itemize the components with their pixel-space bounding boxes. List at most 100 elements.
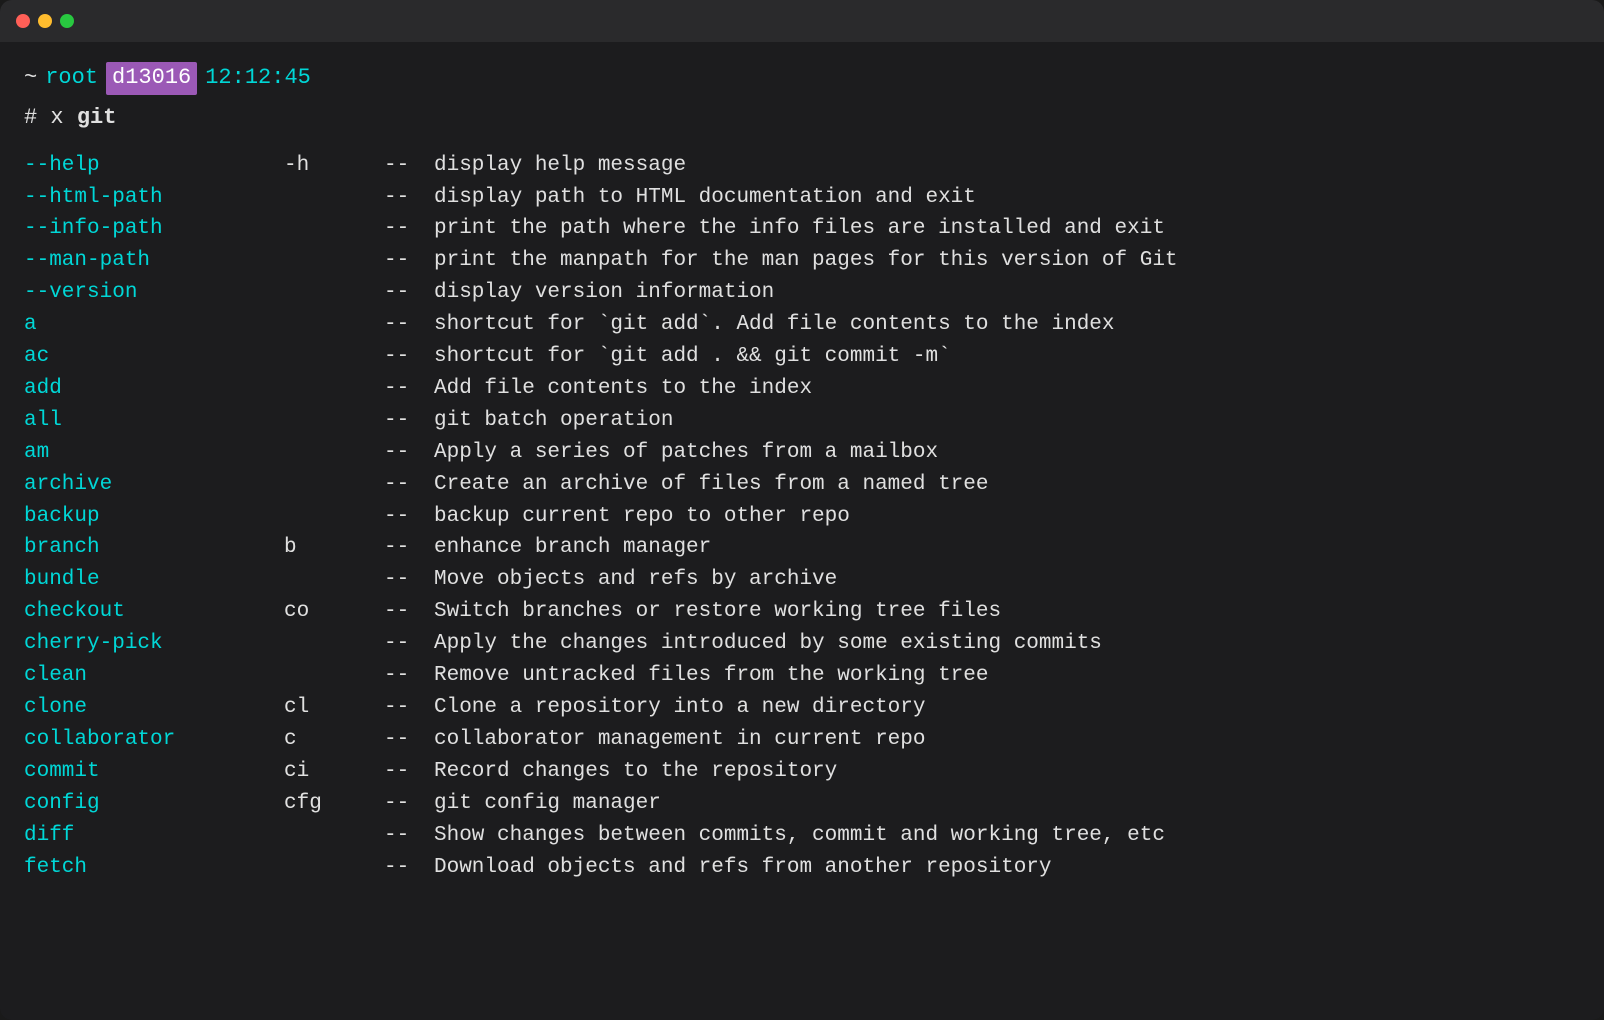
desc-cell: Create an archive of files from a named … — [434, 469, 989, 501]
alias-cell: -h — [284, 150, 384, 182]
desc-cell: display path to HTML documentation and e… — [434, 182, 976, 214]
cmd-cell: --info-path — [24, 213, 284, 245]
close-button[interactable] — [16, 14, 30, 28]
cmd-cell: fetch — [24, 852, 284, 884]
cmd-cell: add — [24, 373, 284, 405]
table-row: --man-path --print the manpath for the ma… — [24, 245, 1580, 277]
table-row: --info-path --print the path where the in… — [24, 213, 1580, 245]
sep-cell: -- — [384, 628, 434, 660]
cmd-x: x — [50, 105, 76, 130]
table-row: cherry-pick --Apply the changes introduce… — [24, 628, 1580, 660]
terminal-window: ~ root d13016 12:12:45 # x git --help-h-… — [0, 0, 1604, 1020]
sep-cell: -- — [384, 724, 434, 756]
sep-cell: -- — [384, 373, 434, 405]
cmd-cell: --version — [24, 277, 284, 309]
cmd-cell: --html-path — [24, 182, 284, 214]
desc-cell: Add file contents to the index — [434, 373, 812, 405]
maximize-button[interactable] — [60, 14, 74, 28]
table-row: commitci--Record changes to the reposito… — [24, 756, 1580, 788]
cmd-cell: clone — [24, 692, 284, 724]
cmd-cell: diff — [24, 820, 284, 852]
desc-cell: shortcut for `git add . && git commit -m… — [434, 341, 951, 373]
sep-cell: -- — [384, 150, 434, 182]
desc-cell: Move objects and refs by archive — [434, 564, 837, 596]
desc-cell: display help message — [434, 150, 686, 182]
sep-cell: -- — [384, 341, 434, 373]
sep-cell: -- — [384, 213, 434, 245]
cmd-cell: branch — [24, 532, 284, 564]
sep-cell: -- — [384, 564, 434, 596]
desc-cell: print the manpath for the man pages for … — [434, 245, 1178, 277]
table-row: diff --Show changes between commits, comm… — [24, 820, 1580, 852]
desc-cell: Show changes between commits, commit and… — [434, 820, 1165, 852]
alias-cell: co — [284, 596, 384, 628]
sep-cell: -- — [384, 437, 434, 469]
prompt-tilde: ~ — [24, 63, 37, 94]
table-row: am --Apply a series of patches from a mai… — [24, 437, 1580, 469]
cmd-cell: config — [24, 788, 284, 820]
cmd-cell: archive — [24, 469, 284, 501]
cmd-cell: a — [24, 309, 284, 341]
sep-cell: -- — [384, 469, 434, 501]
cmd-git: git — [77, 105, 117, 130]
desc-cell: print the path where the info files are … — [434, 213, 1165, 245]
cmd-cell: cherry-pick — [24, 628, 284, 660]
desc-cell: backup current repo to other repo — [434, 501, 850, 533]
desc-cell: collaborator management in current repo — [434, 724, 925, 756]
cmd-cell: --help — [24, 150, 284, 182]
terminal-body: ~ root d13016 12:12:45 # x git --help-h-… — [0, 42, 1604, 1020]
sep-cell: -- — [384, 596, 434, 628]
sep-cell: -- — [384, 309, 434, 341]
cmd-cell: bundle — [24, 564, 284, 596]
output-table: --help-h--display help message--html-pat… — [24, 150, 1580, 884]
table-row: bundle --Move objects and refs by archive — [24, 564, 1580, 596]
table-row: configcfg--git config manager — [24, 788, 1580, 820]
desc-cell: display version information — [434, 277, 774, 309]
table-row: add --Add file contents to the index — [24, 373, 1580, 405]
sep-cell: -- — [384, 660, 434, 692]
table-row: --html-path--display path to HTML docume… — [24, 182, 1580, 214]
cmd-cell: all — [24, 405, 284, 437]
alias-cell: b — [284, 532, 384, 564]
sep-cell: -- — [384, 405, 434, 437]
titlebar — [0, 0, 1604, 42]
table-row: --help-h--display help message — [24, 150, 1580, 182]
cmd-cell: ac — [24, 341, 284, 373]
desc-cell: Clone a repository into a new directory — [434, 692, 925, 724]
desc-cell: shortcut for `git add`. Add file content… — [434, 309, 1115, 341]
alias-cell: ci — [284, 756, 384, 788]
sep-cell: -- — [384, 245, 434, 277]
table-row: ac --shortcut for `git add . && git commi… — [24, 341, 1580, 373]
desc-cell: Remove untracked files from the working … — [434, 660, 989, 692]
sep-cell: -- — [384, 852, 434, 884]
sep-cell: -- — [384, 277, 434, 309]
desc-cell: Apply a series of patches from a mailbox — [434, 437, 938, 469]
minimize-button[interactable] — [38, 14, 52, 28]
command-line: # x git — [24, 103, 1580, 134]
sep-cell: -- — [384, 756, 434, 788]
desc-cell: enhance branch manager — [434, 532, 711, 564]
desc-cell: Download objects and refs from another r… — [434, 852, 1052, 884]
cmd-cell: collaborator — [24, 724, 284, 756]
sep-cell: -- — [384, 692, 434, 724]
desc-cell: Apply the changes introduced by some exi… — [434, 628, 1102, 660]
alias-cell: cfg — [284, 788, 384, 820]
cmd-cell: checkout — [24, 596, 284, 628]
table-row: checkoutco--Switch branches or restore w… — [24, 596, 1580, 628]
prompt-hash: d13016 — [106, 62, 197, 95]
cmd-cell: --man-path — [24, 245, 284, 277]
table-row: backup--backup current repo to other rep… — [24, 501, 1580, 533]
desc-cell: git batch operation — [434, 405, 673, 437]
desc-cell: Switch branches or restore working tree … — [434, 596, 1001, 628]
desc-cell: Record changes to the repository — [434, 756, 837, 788]
cmd-cell: backup — [24, 501, 284, 533]
sep-cell: -- — [384, 820, 434, 852]
alias-cell: c — [284, 724, 384, 756]
sep-cell: -- — [384, 532, 434, 564]
cmd-cell: commit — [24, 756, 284, 788]
cmd-cell: clean — [24, 660, 284, 692]
cmd-cell: am — [24, 437, 284, 469]
table-row: a --shortcut for `git add`. Add file cont… — [24, 309, 1580, 341]
table-row: branchb--enhance branch manager — [24, 532, 1580, 564]
table-row: all --git batch operation — [24, 405, 1580, 437]
